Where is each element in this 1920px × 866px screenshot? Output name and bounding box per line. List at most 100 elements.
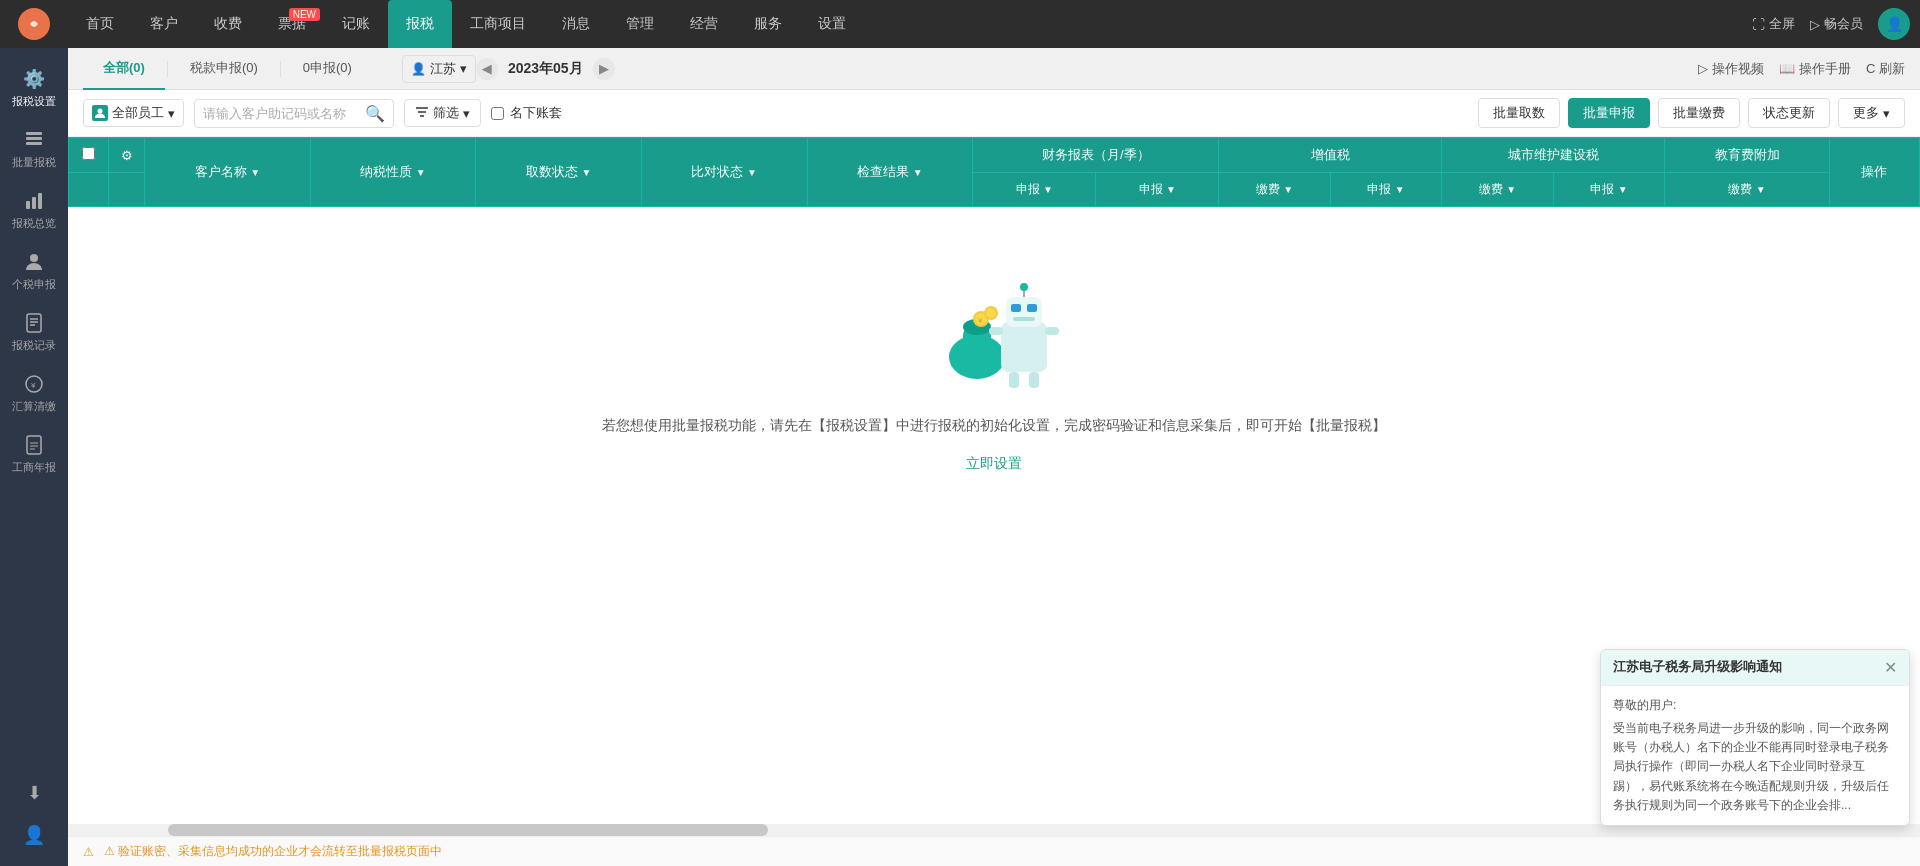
- tax-record-icon: [23, 312, 45, 334]
- sidebar-item-settlement[interactable]: ¥ 汇算清缴: [0, 363, 68, 424]
- more-button[interactable]: 更多 ▾: [1838, 98, 1905, 128]
- notification-header: 江苏电子税务局升级影响通知 ✕: [1601, 650, 1909, 686]
- sidebar-user[interactable]: 👤: [0, 814, 68, 856]
- nav-item-customer[interactable]: 客户: [132, 0, 196, 48]
- th-edu-surcharge: 教育费附加: [1665, 138, 1830, 173]
- user-icon: 👤: [23, 824, 45, 846]
- th-edu-sub-pay: 缴费 ▼: [1665, 173, 1830, 207]
- sidebar-item-batch-tax[interactable]: 批量报税: [0, 119, 68, 180]
- svg-rect-34: [989, 327, 1003, 335]
- sub-filter-icon1: ▼: [1043, 184, 1053, 195]
- svg-rect-2: [26, 137, 42, 140]
- download-icon: ⬇: [23, 782, 45, 804]
- operation-video-button[interactable]: ▷ 操作视频: [1698, 60, 1764, 78]
- notification-body: 尊敬的用户: 受当前电子税务局进一步升级的影响，同一个政务网账号（办税人）名下的…: [1601, 686, 1909, 825]
- nav-item-business[interactable]: 工商项目: [452, 0, 544, 48]
- sub-filter-icon5: ▼: [1506, 184, 1516, 195]
- nav-menu: 首页 客户 收费 票据 NEW 记账 报税 工商项目 消息 管理 经营 服务 设…: [68, 0, 1752, 48]
- sidebar-download[interactable]: ⬇: [0, 772, 68, 814]
- svg-rect-35: [1045, 327, 1059, 335]
- select-all-checkbox[interactable]: [82, 147, 95, 160]
- date-next-button[interactable]: ▶: [593, 58, 615, 80]
- employee-selector[interactable]: 全部员工 ▾: [83, 99, 184, 127]
- nav-item-billing[interactable]: 收费: [196, 0, 260, 48]
- app-logo[interactable]: [10, 0, 58, 48]
- date-prev-button[interactable]: ◀: [476, 58, 498, 80]
- member-button[interactable]: ▷ 畅会员: [1810, 15, 1863, 33]
- sidebar-item-tax-overview[interactable]: 报税总览: [0, 180, 68, 241]
- tab-tax-declare[interactable]: 税款申报(0): [170, 48, 278, 90]
- nav-item-service[interactable]: 服务: [736, 0, 800, 48]
- svg-text:¥: ¥: [30, 381, 36, 390]
- empty-message: 若您想使用批量报税功能，请先在【报税设置】中进行报税的初始化设置，完成密码验证和…: [602, 417, 1386, 435]
- nav-item-tax[interactable]: 报税: [388, 0, 452, 48]
- nav-item-messages[interactable]: 消息: [544, 0, 608, 48]
- setup-link[interactable]: 立即设置: [966, 455, 1022, 473]
- notification-panel: 江苏电子税务局升级影响通知 ✕ 尊敬的用户: 受当前电子税务局进一步升级的影响，…: [1600, 649, 1910, 826]
- employee-icon: [92, 105, 108, 121]
- filter-triangle-icon2: ▼: [416, 167, 426, 178]
- tabs-right-actions: ▷ 操作视频 📖 操作手册 C 刷新: [1698, 60, 1905, 78]
- new-badge: NEW: [289, 8, 320, 21]
- date-navigator: ◀ 2023年05月 ▶: [476, 58, 615, 80]
- nav-item-invoice[interactable]: 票据 NEW: [260, 0, 324, 48]
- sub-filter-icon7: ▼: [1756, 184, 1766, 195]
- tab-all[interactable]: 全部(0): [83, 48, 165, 90]
- sub-filter-icon2: ▼: [1166, 184, 1176, 195]
- user-avatar[interactable]: 👤: [1878, 8, 1910, 40]
- search-input[interactable]: [203, 106, 359, 121]
- employee-chevron-icon: ▾: [168, 106, 175, 121]
- tab-zero-declare[interactable]: 0申报(0): [283, 48, 372, 90]
- nav-item-management[interactable]: 管理: [608, 0, 672, 48]
- filter-icon: [415, 105, 429, 122]
- notification-title: 江苏电子税务局升级影响通知: [1613, 658, 1782, 676]
- filter-chevron-icon: ▾: [463, 106, 470, 121]
- search-input-wrap[interactable]: 🔍: [194, 99, 394, 128]
- notification-close-button[interactable]: ✕: [1884, 658, 1897, 677]
- fullscreen-button[interactable]: ⛶ 全屏: [1752, 15, 1795, 33]
- nav-item-settings[interactable]: 设置: [800, 0, 864, 48]
- nav-item-bookkeeping[interactable]: 记账: [324, 0, 388, 48]
- personal-tax-icon: [23, 251, 45, 273]
- filter-button[interactable]: 筛选 ▾: [404, 99, 481, 127]
- svg-point-15: [98, 109, 103, 114]
- th-checkbox: [69, 138, 109, 173]
- th-edu-sub-declare: 申报 ▼: [1553, 173, 1665, 207]
- province-selector[interactable]: 👤 江苏 ▾: [402, 55, 476, 83]
- batch-pay-button[interactable]: 批量缴费: [1658, 98, 1740, 128]
- accounts-checkbox[interactable]: [491, 107, 504, 120]
- nav-item-home[interactable]: 首页: [68, 0, 132, 48]
- svg-rect-27: [1001, 322, 1047, 372]
- sidebar-item-tax-settings[interactable]: ⚙️ 报税设置: [0, 58, 68, 119]
- svg-rect-4: [26, 201, 30, 209]
- operation-manual-button[interactable]: 📖 操作手册: [1779, 60, 1851, 78]
- refresh-button[interactable]: C 刷新: [1866, 60, 1905, 78]
- th-city-tax: 城市维护建设税: [1442, 138, 1665, 173]
- batch-fetch-button[interactable]: 批量取数: [1478, 98, 1560, 128]
- scrollbar-thumb[interactable]: [168, 824, 768, 836]
- th-fetch-status: 取数状态 ▼: [476, 138, 642, 207]
- sidebar-item-personal-tax[interactable]: 个税申报: [0, 241, 68, 302]
- tax-settings-icon: ⚙️: [23, 68, 45, 90]
- batch-declare-button[interactable]: 批量申报: [1568, 98, 1650, 128]
- annual-report-icon: [23, 434, 45, 456]
- svg-rect-14: [27, 436, 41, 454]
- svg-point-7: [30, 254, 38, 262]
- sidebar-item-annual-report[interactable]: 工商年报: [0, 424, 68, 485]
- sidebar-bottom: ⬇ 👤: [0, 772, 68, 866]
- sub-filter-icon3: ▼: [1283, 184, 1293, 195]
- tab-divider-2: [280, 61, 281, 77]
- nav-item-operations[interactable]: 经营: [672, 0, 736, 48]
- filter-triangle-icon: ▼: [250, 167, 260, 178]
- th-settings: ⚙: [109, 138, 145, 173]
- status-update-button[interactable]: 状态更新: [1748, 98, 1830, 128]
- th-customer-name: 客户名称 ▼: [145, 138, 311, 207]
- th-city-sub-declare: 申报 ▼: [1330, 173, 1442, 207]
- th-settings-sub: [109, 173, 145, 207]
- filter-triangle-icon5: ▼: [913, 167, 923, 178]
- th-vat: 增值税: [1219, 138, 1442, 173]
- fullscreen-icon: ⛶: [1752, 17, 1765, 32]
- th-finance-report: 财务报表（月/季）: [973, 138, 1219, 173]
- sidebar-item-tax-record[interactable]: 报税记录: [0, 302, 68, 363]
- svg-rect-6: [38, 193, 42, 209]
